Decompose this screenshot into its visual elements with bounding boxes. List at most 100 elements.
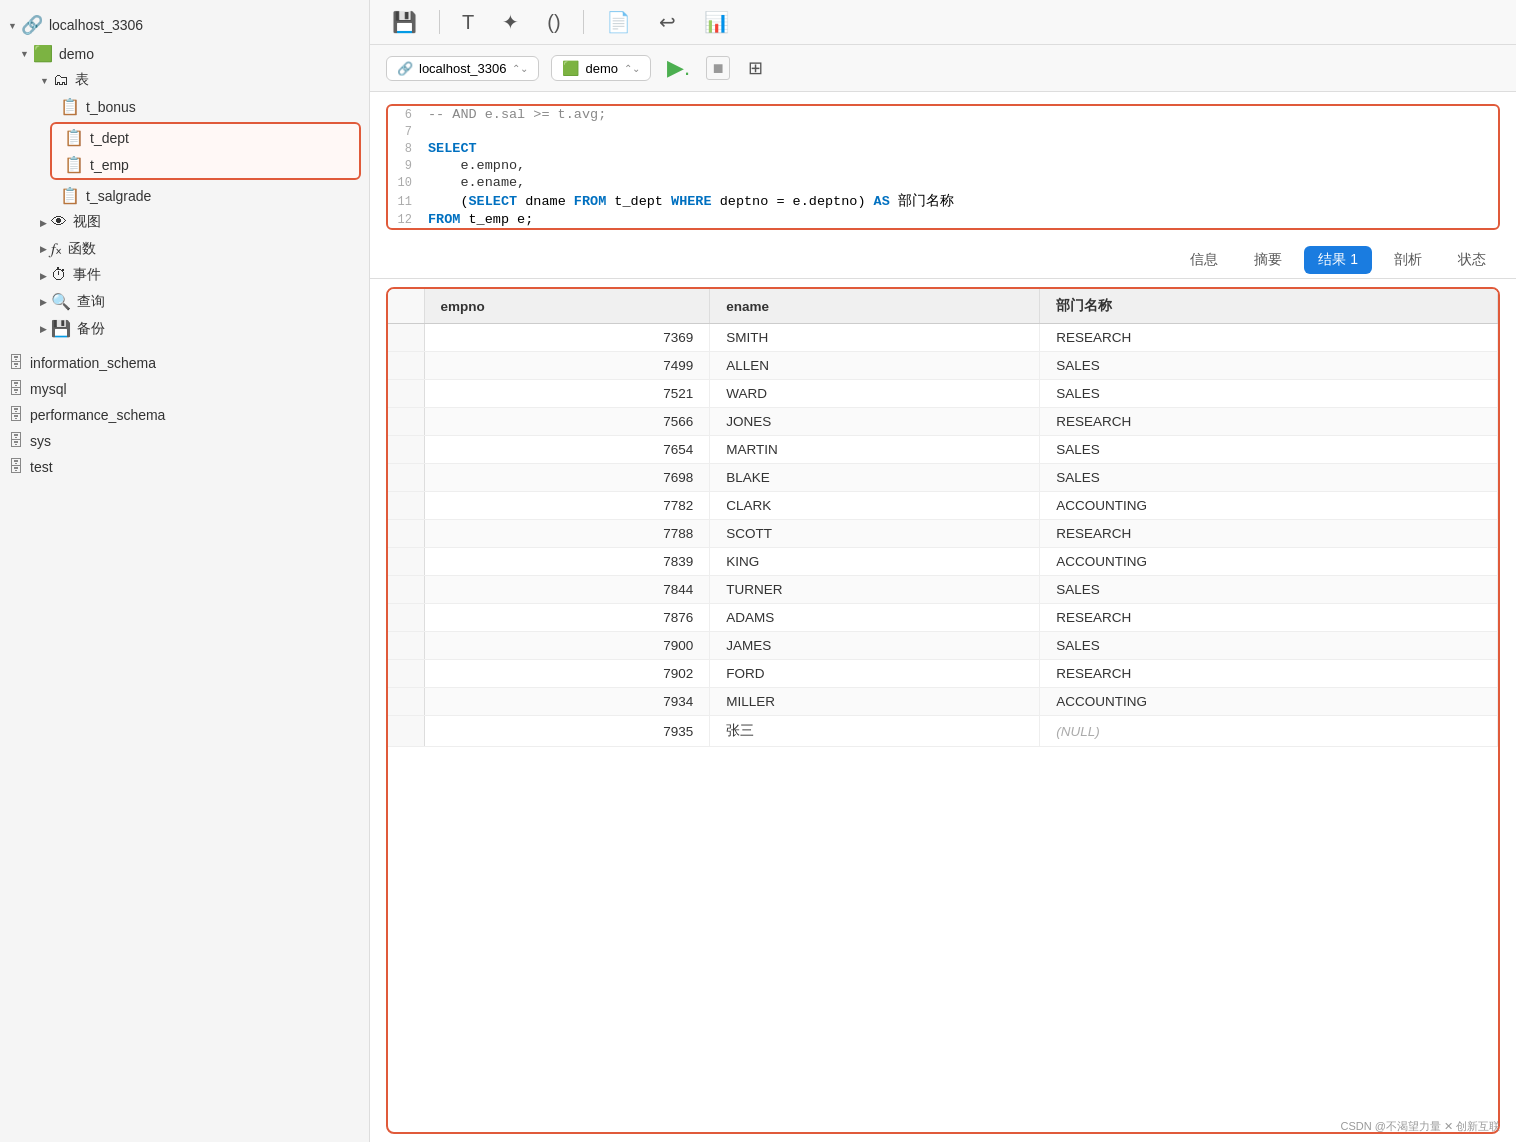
database-selector[interactable]: 🟩 demo ⌃⌄ <box>551 55 651 81</box>
table-row[interactable]: 7935张三(NULL) <box>388 716 1498 747</box>
table-icon-t_salgrade: 📋 <box>60 186 80 205</box>
sidebar-item-tables[interactable]: 🗂 表 <box>0 67 369 93</box>
tab-profile[interactable]: 剖析 <box>1380 246 1436 274</box>
cell-ename: TURNER <box>710 576 1040 604</box>
sql-line-7: 7 <box>388 123 1498 140</box>
line-num-6: 6 <box>388 108 424 122</box>
sidebar-item-queries[interactable]: 🔍 查询 <box>0 288 369 315</box>
tab-info[interactable]: 信息 <box>1176 246 1232 274</box>
magic-button[interactable]: ✦ <box>496 6 525 38</box>
cell-dept: RESEARCH <box>1040 660 1498 688</box>
sidebar-label-localhost: localhost_3306 <box>49 17 143 33</box>
cell-empno: 7902 <box>424 660 710 688</box>
explain-button[interactable]: ⊞ <box>742 53 769 83</box>
table-row[interactable]: 7698BLAKESALES <box>388 464 1498 492</box>
sidebar-item-views[interactable]: 👁 视图 <box>0 209 369 235</box>
table-row[interactable]: 7902FORDRESEARCH <box>388 660 1498 688</box>
table-row[interactable]: 7369SMITHRESEARCH <box>388 324 1498 352</box>
sidebar-item-information_schema[interactable]: 🗄 information_schema <box>0 350 369 376</box>
sidebar-item-sys[interactable]: 🗄 sys <box>0 428 369 454</box>
sidebar-item-performance_schema[interactable]: 🗄 performance_schema <box>0 402 369 428</box>
cell-rownum <box>388 352 424 380</box>
sidebar-label-t_bonus: t_bonus <box>86 99 136 115</box>
results-table: empno ename 部门名称 7369SMITHRESEARCH7499AL… <box>388 289 1498 747</box>
col-ename[interactable]: ename <box>710 289 1040 324</box>
table-row[interactable]: 7782CLARKACCOUNTING <box>388 492 1498 520</box>
sidebar-item-test[interactable]: 🗄 test <box>0 454 369 480</box>
sidebar-item-t_bonus[interactable]: 📋 t_bonus <box>0 93 369 120</box>
sql-editor[interactable]: 6 -- AND e.sal >= t.avg; 7 8 SELECT 9 e.… <box>386 104 1500 230</box>
table-icon-t_emp: 📋 <box>64 155 84 174</box>
events-icon: ⏱ <box>51 266 67 284</box>
expand-arrow-functions <box>40 243 47 254</box>
cell-dept: (NULL) <box>1040 716 1498 747</box>
cell-empno: 7900 <box>424 632 710 660</box>
stop-button[interactable]: ■ <box>706 56 730 80</box>
sidebar-label-views: 视图 <box>73 213 101 231</box>
table-row[interactable]: 7566JONESRESEARCH <box>388 408 1498 436</box>
table-row[interactable]: 7654MARTINSALES <box>388 436 1498 464</box>
col-empno[interactable]: empno <box>424 289 710 324</box>
cell-rownum <box>388 324 424 352</box>
highlighted-tables-group: 📋 t_dept 📋 t_emp <box>50 122 361 180</box>
line-num-8: 8 <box>388 142 424 156</box>
sidebar-item-mysql[interactable]: 🗄 mysql <box>0 376 369 402</box>
cell-ename: SMITH <box>710 324 1040 352</box>
sidebar-item-localhost[interactable]: 🔗 localhost_3306 <box>0 10 369 40</box>
main-content: 💾 T ✦ () 📄 ↩ 📊 🔗 localhost_3306 ⌃⌄ 🟩 dem… <box>370 0 1516 1142</box>
db-icon-information_schema: 🗄 <box>8 354 24 372</box>
table-icon-t_bonus: 📋 <box>60 97 80 116</box>
wrap-button[interactable]: () <box>541 7 566 38</box>
cell-rownum <box>388 548 424 576</box>
cell-empno: 7654 <box>424 436 710 464</box>
copy-button[interactable]: 📄 <box>600 6 637 38</box>
table-row[interactable]: 7934MILLERACCOUNTING <box>388 688 1498 716</box>
cell-rownum <box>388 688 424 716</box>
connection-label: localhost_3306 <box>419 61 506 76</box>
table-row[interactable]: 7839KINGACCOUNTING <box>388 548 1498 576</box>
tab-result1[interactable]: 结果 1 <box>1304 246 1372 274</box>
sql-line-6: 6 -- AND e.sal >= t.avg; <box>388 106 1498 123</box>
sidebar-label-sys: sys <box>30 433 51 449</box>
history-button[interactable]: ↩ <box>653 6 682 38</box>
tab-summary[interactable]: 摘要 <box>1240 246 1296 274</box>
cell-rownum <box>388 464 424 492</box>
save-button[interactable]: 💾 <box>386 6 423 38</box>
cell-empno: 7788 <box>424 520 710 548</box>
sidebar-item-t_dept[interactable]: 📋 t_dept <box>52 124 359 151</box>
sidebar-label-queries: 查询 <box>77 293 105 311</box>
table-row[interactable]: 7844TURNERSALES <box>388 576 1498 604</box>
db-icon-performance_schema: 🗄 <box>8 406 24 424</box>
format-button[interactable]: T <box>456 7 480 38</box>
table-row[interactable]: 7521WARDSALES <box>388 380 1498 408</box>
connection-selector[interactable]: 🔗 localhost_3306 ⌃⌄ <box>386 56 539 81</box>
results-tabs: 信息 摘要 结果 1 剖析 状态 <box>370 242 1516 279</box>
cell-rownum <box>388 660 424 688</box>
tab-status[interactable]: 状态 <box>1444 246 1500 274</box>
expand-arrow-events <box>40 270 47 281</box>
cell-ename: ADAMS <box>710 604 1040 632</box>
table-row[interactable]: 7499ALLENSALES <box>388 352 1498 380</box>
sidebar-item-t_salgrade[interactable]: 📋 t_salgrade <box>0 182 369 209</box>
expand-arrow-views <box>40 217 47 228</box>
sidebar-item-backup[interactable]: 💾 备份 <box>0 315 369 342</box>
toolbar-divider-2 <box>583 10 584 34</box>
table-row[interactable]: 7900JAMESSALES <box>388 632 1498 660</box>
results-area[interactable]: empno ename 部门名称 7369SMITHRESEARCH7499AL… <box>386 287 1500 1134</box>
cell-rownum <box>388 408 424 436</box>
tables-folder-icon: 🗂 <box>53 71 69 89</box>
database-select-icon: 🟩 <box>562 60 579 76</box>
table-row[interactable]: 7788SCOTTRESEARCH <box>388 520 1498 548</box>
sidebar-item-demo[interactable]: 🟩 demo <box>0 40 369 67</box>
sidebar-item-functions[interactable]: 𝑓ₓ 函数 <box>0 235 369 262</box>
queries-icon: 🔍 <box>51 292 71 311</box>
sidebar-item-t_emp[interactable]: 📋 t_emp <box>52 151 359 178</box>
sidebar-item-events[interactable]: ⏱ 事件 <box>0 262 369 288</box>
table-row[interactable]: 7876ADAMSRESEARCH <box>388 604 1498 632</box>
run-button[interactable]: ▶. <box>663 51 694 85</box>
cell-dept: RESEARCH <box>1040 408 1498 436</box>
col-dept[interactable]: 部门名称 <box>1040 289 1498 324</box>
sql-code-11: (SELECT dname FROM t_dept WHERE deptno =… <box>424 192 1498 210</box>
chart-button[interactable]: 📊 <box>698 6 735 38</box>
cell-empno: 7566 <box>424 408 710 436</box>
